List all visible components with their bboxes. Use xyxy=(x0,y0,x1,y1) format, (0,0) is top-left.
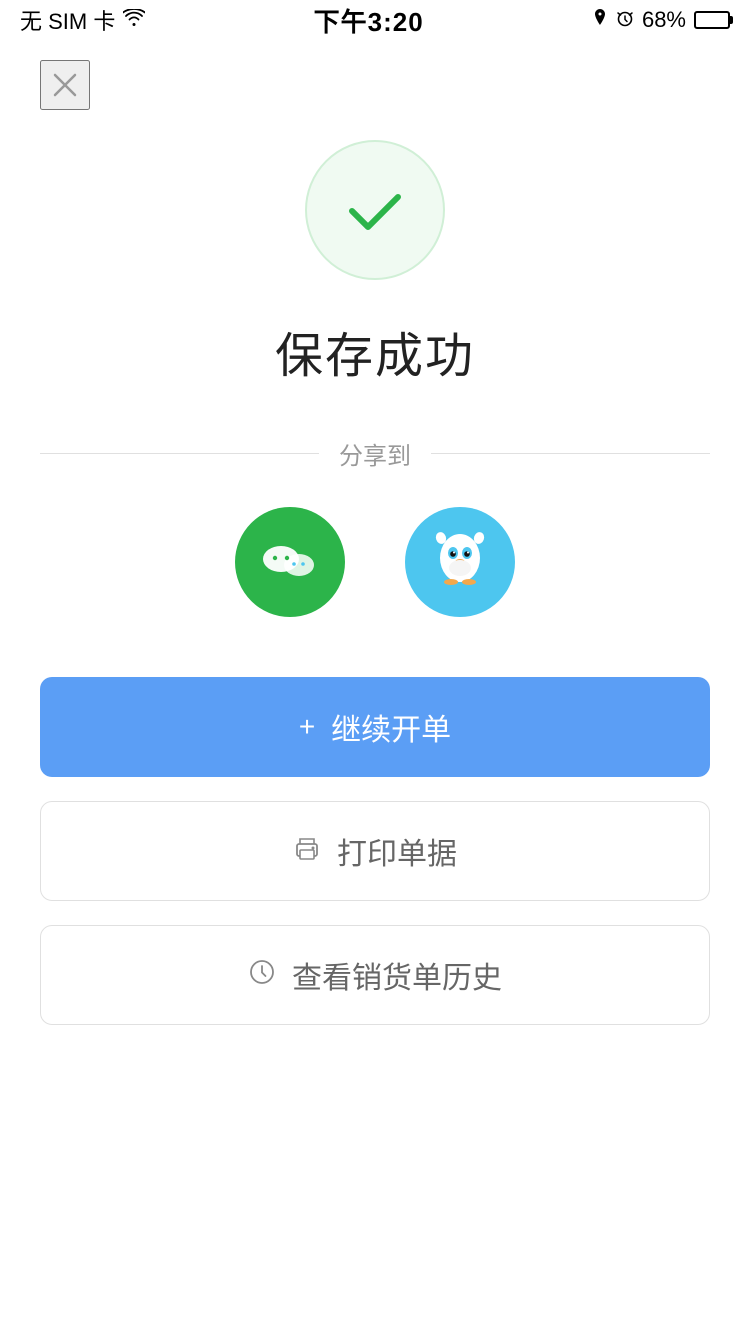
view-history-button[interactable]: 查看销货单历史 xyxy=(40,925,710,1025)
print-receipt-label: 打印单据 xyxy=(337,829,457,873)
share-icons-row xyxy=(235,507,515,617)
success-title: 保存成功 xyxy=(275,316,475,386)
close-icon xyxy=(50,70,80,100)
battery-icon xyxy=(694,11,730,29)
checkmark-icon xyxy=(340,175,410,245)
location-icon xyxy=(592,7,608,33)
view-history-label: 查看销货单历史 xyxy=(292,953,502,997)
status-bar: 无 SIM 卡 下午3:20 68% xyxy=(0,0,750,40)
no-sim-text: 无 SIM 卡 xyxy=(20,4,115,36)
wifi-icon xyxy=(123,7,145,33)
qq-share-button[interactable] xyxy=(405,507,515,617)
qq-icon xyxy=(431,528,489,596)
close-button[interactable] xyxy=(40,60,90,110)
printer-icon xyxy=(293,834,321,869)
clock-icon xyxy=(248,958,276,993)
page-content: 保存成功 分享到 xyxy=(0,40,750,1334)
share-label: 分享到 xyxy=(339,436,411,471)
divider-left xyxy=(40,453,319,454)
battery-percent: 68% xyxy=(642,7,686,33)
alarm-icon xyxy=(616,7,634,33)
success-icon-circle xyxy=(305,140,445,280)
share-divider: 分享到 xyxy=(40,436,710,471)
print-receipt-button[interactable]: 打印单据 xyxy=(40,801,710,901)
divider-right xyxy=(431,453,710,454)
continue-order-label: 继续开单 xyxy=(331,705,451,749)
status-left: 无 SIM 卡 xyxy=(20,4,145,36)
continue-order-button[interactable]: + 继续开单 xyxy=(40,677,710,777)
plus-icon: + xyxy=(299,711,315,743)
action-buttons: + 继续开单 打印单据 查看销货单历史 xyxy=(40,677,710,1025)
wechat-share-button[interactable] xyxy=(235,507,345,617)
status-right: 68% xyxy=(592,7,730,33)
status-time: 下午3:20 xyxy=(314,2,424,39)
wechat-icon xyxy=(260,535,320,590)
